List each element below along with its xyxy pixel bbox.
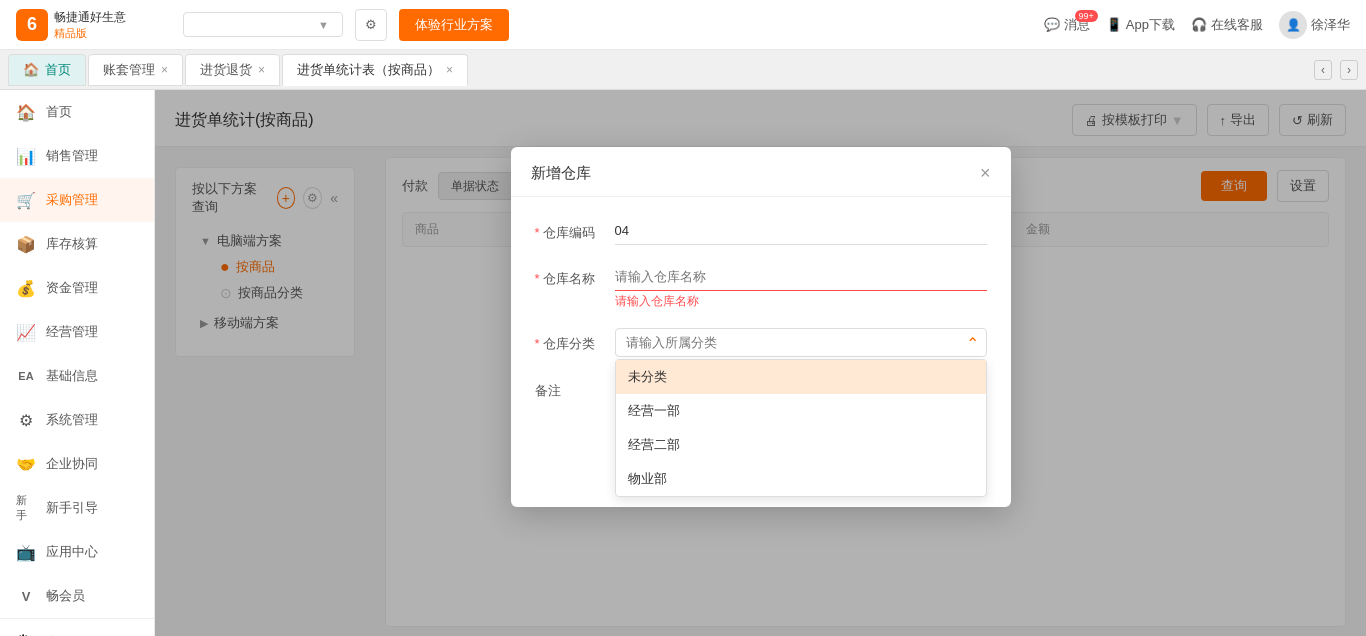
sidebar-item-apps[interactable]: 📺 应用中心 bbox=[0, 530, 154, 574]
code-label: * 仓库编码 bbox=[535, 217, 615, 242]
name-label: * 仓库名称 bbox=[535, 263, 615, 288]
sidebar-bottom: ⚙ ◀ bbox=[0, 618, 154, 636]
dropdown-item-ops1[interactable]: 经营一部 bbox=[616, 394, 986, 428]
sidebar-item-enterprise[interactable]: 🤝 企业协同 bbox=[0, 442, 154, 486]
message-badge: 99+ bbox=[1075, 10, 1098, 22]
sidebar-item-home[interactable]: 🏠 首页 bbox=[0, 90, 154, 134]
enterprise-icon: 🤝 bbox=[16, 454, 36, 474]
name-input-wrap: 请输入仓库名称 bbox=[615, 263, 987, 310]
tab-purchase-return[interactable]: 进货退货 × bbox=[185, 54, 280, 86]
sidebar-item-operations[interactable]: 📈 经营管理 bbox=[0, 310, 154, 354]
dropdown-item-uncategorized[interactable]: 未分类 bbox=[616, 360, 986, 394]
operations-icon: 📈 bbox=[16, 322, 36, 342]
category-input[interactable] bbox=[615, 328, 987, 357]
apps-icon: 📺 bbox=[16, 542, 36, 562]
experience-button[interactable]: 体验行业方案 bbox=[399, 9, 509, 41]
home-sidebar-icon: 🏠 bbox=[16, 102, 36, 122]
logo-icon: 6 bbox=[16, 9, 48, 41]
tab-prev-button[interactable]: ‹ bbox=[1314, 60, 1332, 80]
code-input[interactable] bbox=[615, 217, 987, 245]
content-area: 进货单统计(按商品) 🖨 按模板打印 ▼ ↑ 导出 ↺ 刷新 bbox=[155, 90, 1366, 636]
category-chevron-icon[interactable]: ⌃ bbox=[966, 333, 979, 352]
header-right: 💬 消息 99+ 📱 App下载 🎧 在线客服 👤 徐泽华 bbox=[1044, 11, 1350, 39]
vip-icon: V bbox=[16, 586, 36, 606]
online-service-button[interactable]: 🎧 在线客服 bbox=[1191, 16, 1263, 34]
logo-area: 6 畅捷通好生意 精品版 bbox=[16, 9, 171, 41]
collapse-icon[interactable]: ◀ bbox=[40, 631, 52, 636]
tab-accounts[interactable]: 账套管理 × bbox=[88, 54, 183, 86]
gear-icon: ⚙ bbox=[365, 17, 377, 32]
top-header: 6 畅捷通好生意 精品版 日太阳膜 ▼ ⚙ 体验行业方案 💬 消息 99+ 📱 … bbox=[0, 0, 1366, 50]
name-input[interactable] bbox=[615, 263, 987, 291]
name-error-message: 请输入仓库名称 bbox=[615, 293, 987, 310]
settings-bottom-icon[interactable]: ⚙ bbox=[16, 631, 30, 636]
inventory-icon: 📦 bbox=[16, 234, 36, 254]
mobile-icon: 📱 bbox=[1106, 17, 1122, 32]
main-layout: 🏠 首页 📊 销售管理 🛒 采购管理 📦 库存核算 💰 资金管理 📈 经营管理 … bbox=[0, 90, 1366, 636]
sidebar: 🏠 首页 📊 销售管理 🛒 采购管理 📦 库存核算 💰 资金管理 📈 经营管理 … bbox=[0, 90, 155, 636]
search-input[interactable]: 日太阳膜 bbox=[192, 17, 312, 32]
home-icon: 🏠 bbox=[23, 62, 39, 77]
modal-close-button[interactable]: × bbox=[980, 163, 991, 184]
remarks-label: 备注 bbox=[535, 375, 615, 400]
sidebar-item-basics[interactable]: EA 基础信息 bbox=[0, 354, 154, 398]
sidebar-item-system[interactable]: ⚙ 系统管理 bbox=[0, 398, 154, 442]
purchase-icon: 🛒 bbox=[16, 190, 36, 210]
modal-title: 新增仓库 bbox=[531, 164, 591, 183]
dropdown-item-property[interactable]: 物业部 bbox=[616, 462, 986, 496]
sidebar-item-inventory[interactable]: 📦 库存核算 bbox=[0, 222, 154, 266]
sidebar-item-sales[interactable]: 📊 销售管理 bbox=[0, 134, 154, 178]
message-icon: 💬 bbox=[1044, 17, 1060, 32]
tab-close-accounts[interactable]: × bbox=[161, 63, 168, 77]
search-dropdown-arrow[interactable]: ▼ bbox=[318, 19, 329, 31]
add-warehouse-modal: 新增仓库 × * 仓库编码 * bbox=[511, 147, 1011, 507]
tab-home[interactable]: 🏠 首页 bbox=[8, 54, 86, 86]
tab-close-purchase-return[interactable]: × bbox=[258, 63, 265, 77]
form-row-name: * 仓库名称 请输入仓库名称 bbox=[535, 263, 987, 310]
tab-close-purchase-stats[interactable]: × bbox=[446, 63, 453, 77]
user-menu[interactable]: 👤 徐泽华 bbox=[1279, 11, 1350, 39]
modal-body: * 仓库编码 * 仓库名称 请输入仓库名称 bbox=[511, 197, 1011, 441]
tab-bar: 🏠 首页 账套管理 × 进货退货 × 进货单统计表（按商品） × ‹ › bbox=[0, 50, 1366, 90]
logo-text: 畅捷通好生意 精品版 bbox=[54, 9, 126, 41]
sidebar-item-guide[interactable]: 新手 新手引导 bbox=[0, 486, 154, 530]
modal-header: 新增仓库 × bbox=[511, 147, 1011, 197]
basics-icon: EA bbox=[16, 366, 36, 386]
guide-icon: 新手 bbox=[16, 498, 36, 518]
headset-icon: 🎧 bbox=[1191, 17, 1207, 32]
category-select-wrap: ⌃ 未分类 经营一部 经营二部 物业部 bbox=[615, 328, 987, 357]
avatar: 👤 bbox=[1279, 11, 1307, 39]
finance-icon: 💰 bbox=[16, 278, 36, 298]
tab-bar-right-actions: ‹ › bbox=[1314, 60, 1358, 80]
form-row-category: * 仓库分类 ⌃ 未分类 经营一部 经营二部 物业部 bbox=[535, 328, 987, 357]
category-label: * 仓库分类 bbox=[535, 328, 615, 353]
sidebar-item-purchase[interactable]: 🛒 采购管理 bbox=[0, 178, 154, 222]
dropdown-item-ops2[interactable]: 经营二部 bbox=[616, 428, 986, 462]
tab-purchase-stats[interactable]: 进货单统计表（按商品） × bbox=[282, 54, 468, 86]
code-input-wrap bbox=[615, 217, 987, 245]
settings-gear-button[interactable]: ⚙ bbox=[355, 9, 387, 41]
system-icon: ⚙ bbox=[16, 410, 36, 430]
category-dropdown: 未分类 经营一部 经营二部 物业部 bbox=[615, 359, 987, 497]
app-download-button[interactable]: 📱 App下载 bbox=[1106, 16, 1175, 34]
tab-next-button[interactable]: › bbox=[1340, 60, 1358, 80]
header-search-box[interactable]: 日太阳膜 ▼ bbox=[183, 12, 343, 37]
sales-icon: 📊 bbox=[16, 146, 36, 166]
sidebar-item-vip[interactable]: V 畅会员 bbox=[0, 574, 154, 618]
sidebar-item-finance[interactable]: 💰 资金管理 bbox=[0, 266, 154, 310]
message-button[interactable]: 💬 消息 99+ bbox=[1044, 16, 1090, 34]
form-row-code: * 仓库编码 bbox=[535, 217, 987, 245]
